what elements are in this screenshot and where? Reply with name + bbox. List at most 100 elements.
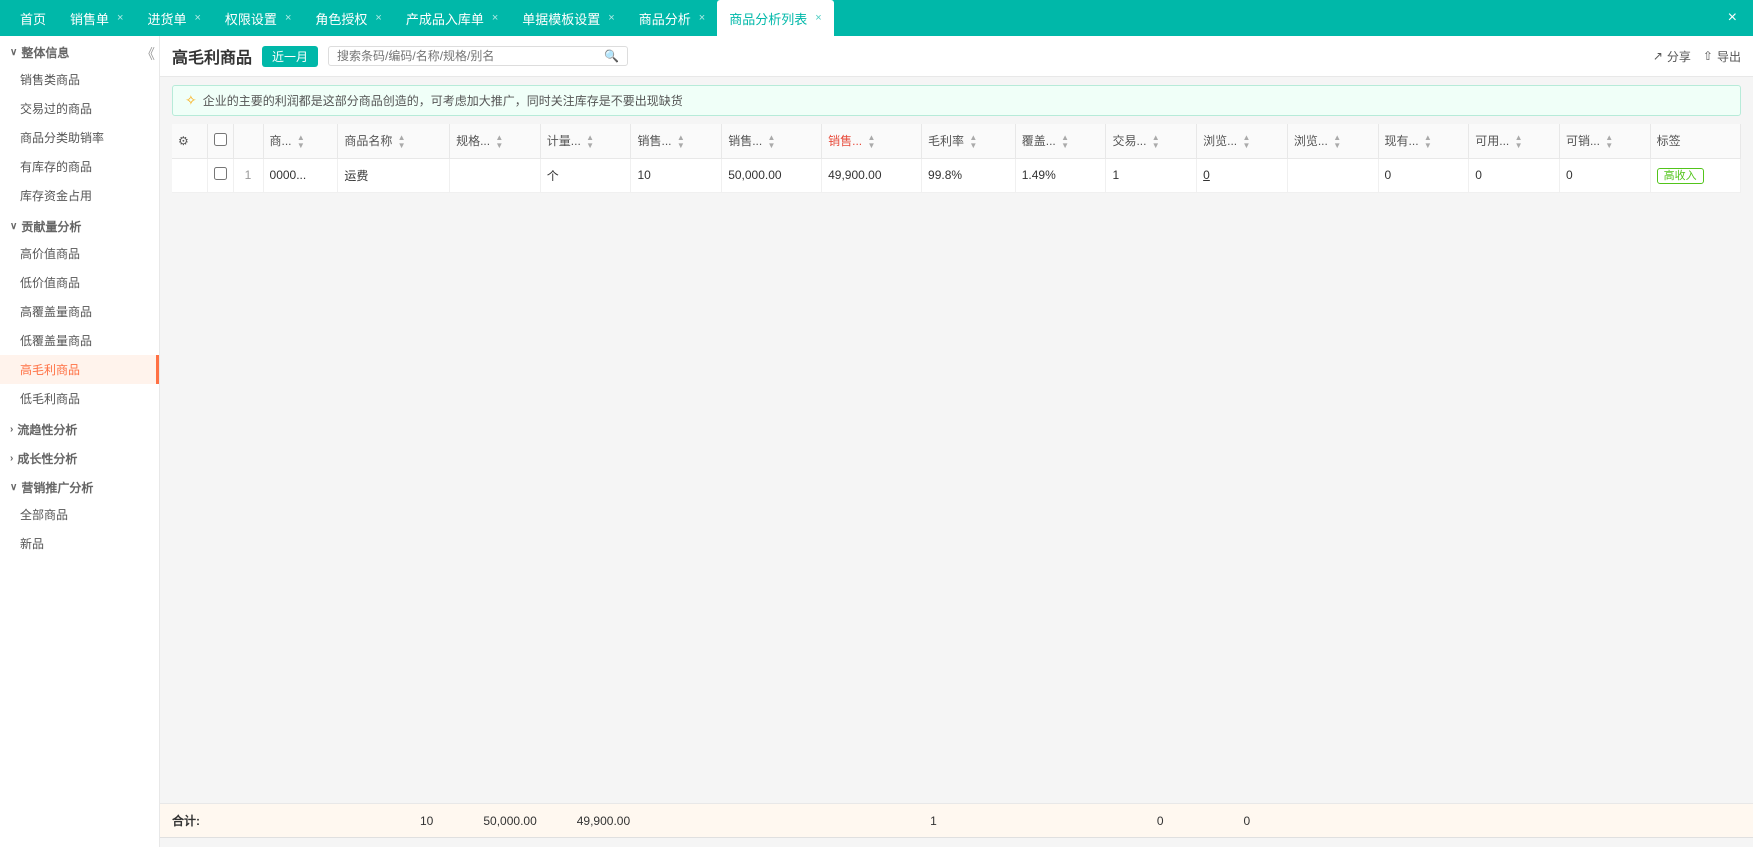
cell-code[interactable]: 0000...	[263, 158, 338, 192]
sidebar-collapse-button[interactable]: 《	[141, 44, 155, 64]
col-trade[interactable]: 交易... ▲▼	[1106, 124, 1197, 158]
data-table: ⚙ 商... ▲▼ 商品名称 ▲▼ 规格... ▲▼	[172, 124, 1741, 193]
arrow-icon: ∨	[10, 482, 17, 493]
sidebar-group-growth[interactable]: › 成长性分析	[0, 442, 159, 471]
sidebar-item-all-goods[interactable]: 全部商品	[0, 500, 159, 529]
nav-template[interactable]: 单据模板设置 ×	[510, 0, 626, 36]
cell-browse2	[1287, 158, 1378, 192]
cell-checkbox[interactable]	[207, 158, 233, 192]
col-gross-margin[interactable]: 毛利率 ▲▼	[922, 124, 1016, 158]
sort-icon: ▲▼	[1242, 134, 1250, 150]
col-available[interactable]: 可用... ▲▼	[1469, 124, 1560, 158]
close-icon[interactable]: ×	[492, 12, 498, 24]
nav-role[interactable]: 角色授权 ×	[303, 0, 393, 36]
nav-sales[interactable]: 销售单 ×	[58, 0, 135, 36]
col-sale-amount[interactable]: 销售... ▲▼	[722, 124, 822, 158]
col-code[interactable]: 商... ▲▼	[263, 124, 338, 158]
nav-purchase[interactable]: 进货单 ×	[135, 0, 212, 36]
sort-icon: ▲▼	[1515, 134, 1523, 150]
table-header-row: ⚙ 商... ▲▼ 商品名称 ▲▼ 规格... ▲▼	[172, 124, 1741, 158]
cell-available: 0	[1469, 158, 1560, 192]
sidebar-item-low-value[interactable]: 低价值商品	[0, 268, 159, 297]
col-browse1[interactable]: 浏览... ▲▼	[1197, 124, 1288, 158]
close-icon[interactable]: ×	[194, 12, 200, 24]
sidebar-group-trend[interactable]: › 流趋性分析	[0, 413, 159, 442]
sidebar-item-high-margin[interactable]: 高毛利商品	[0, 355, 159, 384]
cell-spec	[450, 158, 541, 192]
export-button[interactable]: ⇧ 导出	[1703, 48, 1741, 65]
cell-saleable: 0	[1559, 158, 1650, 192]
info-text: 企业的主要的利润都是这部分商品创造的，可考虑加大推广，同时关注库存是不要出现缺货	[203, 92, 683, 109]
cell-current: 0	[1378, 158, 1469, 192]
select-all-checkbox[interactable]	[214, 133, 227, 146]
browse-link: 0	[1203, 168, 1210, 182]
sidebar-item-sales-goods[interactable]: 销售类商品	[0, 65, 159, 94]
search-icon[interactable]: 🔍	[604, 49, 619, 63]
cell-gross-margin: 99.8%	[922, 158, 1016, 192]
cell-name[interactable]: 运费	[338, 158, 450, 192]
footer-available: 0	[1244, 814, 1251, 828]
nav-analysis[interactable]: 商品分析 ×	[627, 0, 717, 36]
row-checkbox[interactable]	[214, 167, 227, 180]
footer-bar: 合计: 10 50,000.00 49,900.00 1 0 0	[160, 803, 1753, 837]
sort-icon: ▲▼	[586, 134, 594, 150]
close-icon[interactable]: ×	[699, 12, 705, 24]
col-unit[interactable]: 计量... ▲▼	[540, 124, 631, 158]
sort-icon: ▲▼	[495, 134, 503, 150]
sidebar-group-marketing[interactable]: ∨ 营销推广分析	[0, 471, 159, 500]
col-spec[interactable]: 规格... ▲▼	[450, 124, 541, 158]
col-tag: 标签	[1650, 124, 1740, 158]
sidebar-item-category-rate[interactable]: 商品分类助销率	[0, 123, 159, 152]
time-filter-button[interactable]: 近一月	[262, 46, 318, 67]
sort-icon: ▲▼	[398, 134, 406, 150]
cell-browse1[interactable]: 0	[1197, 158, 1288, 192]
info-icon: ✧	[185, 92, 197, 109]
col-current[interactable]: 现有... ▲▼	[1378, 124, 1469, 158]
arrow-icon: ∨	[10, 47, 17, 58]
top-navigation: 首页 销售单 × 进货单 × 权限设置 × 角色授权 × 产成品入库单 × 单据…	[0, 0, 1753, 36]
footer-sale-amount: 50,000.00	[483, 814, 536, 828]
sidebar-group-overall[interactable]: ∨ 整体信息	[0, 36, 159, 65]
table-row: 1 0000... 运费 个 10 50,000.00 49,900.00 99…	[172, 158, 1741, 192]
col-coverage[interactable]: 覆盖... ▲▼	[1015, 124, 1106, 158]
sidebar-item-stock-capital[interactable]: 库存资金占用	[0, 181, 159, 210]
close-icon[interactable]: ×	[375, 12, 381, 24]
col-sale-profit[interactable]: 销售... ▲▼	[822, 124, 922, 158]
nav-analysis-list[interactable]: 商品分析列表 ×	[717, 0, 833, 36]
search-input[interactable]	[337, 49, 604, 63]
col-browse2[interactable]: 浏览... ▲▼	[1287, 124, 1378, 158]
sidebar-item-high-coverage[interactable]: 高覆盖量商品	[0, 297, 159, 326]
sidebar-item-low-margin[interactable]: 低毛利商品	[0, 384, 159, 413]
cell-qty: 10	[631, 158, 722, 192]
sidebar-item-traded-goods[interactable]: 交易过的商品	[0, 94, 159, 123]
sidebar-item-new-goods[interactable]: 新品	[0, 529, 159, 558]
close-icon[interactable]: ×	[285, 12, 291, 24]
close-icon[interactable]: ×	[608, 12, 614, 24]
share-button[interactable]: ↗ 分享	[1653, 48, 1691, 65]
col-saleable[interactable]: 可销... ▲▼	[1559, 124, 1650, 158]
arrow-icon: ›	[10, 424, 13, 435]
col-settings[interactable]: ⚙	[172, 124, 207, 158]
horizontal-scrollbar[interactable]	[160, 837, 1753, 847]
col-name[interactable]: 商品名称 ▲▼	[338, 124, 450, 158]
sidebar-item-in-stock[interactable]: 有库存的商品	[0, 152, 159, 181]
nav-home[interactable]: 首页	[8, 0, 58, 36]
close-icon[interactable]: ×	[815, 12, 821, 24]
nav-product-inbound[interactable]: 产成品入库单 ×	[394, 0, 510, 36]
nav-permission[interactable]: 权限设置 ×	[213, 0, 303, 36]
sort-icon: ▲▼	[1333, 134, 1341, 150]
sidebar-item-high-value[interactable]: 高价值商品	[0, 239, 159, 268]
close-all-button[interactable]: ×	[1720, 9, 1745, 27]
footer-trade: 1	[930, 814, 937, 828]
search-box[interactable]: 🔍	[328, 46, 628, 66]
sort-icon: ▲▼	[677, 134, 685, 150]
close-icon[interactable]: ×	[117, 12, 123, 24]
content-header: 高毛利商品 近一月 🔍 ↗ 分享 ⇧ 导出	[160, 36, 1753, 77]
cell-tag: 高收入	[1650, 158, 1740, 192]
arrow-icon: ∨	[10, 221, 17, 232]
sort-icon: ▲▼	[768, 134, 776, 150]
sidebar-group-contribution[interactable]: ∨ 贡献量分析	[0, 210, 159, 239]
col-qty[interactable]: 销售... ▲▼	[631, 124, 722, 158]
sidebar-item-low-coverage[interactable]: 低覆盖量商品	[0, 326, 159, 355]
cell-unit: 个	[540, 158, 631, 192]
